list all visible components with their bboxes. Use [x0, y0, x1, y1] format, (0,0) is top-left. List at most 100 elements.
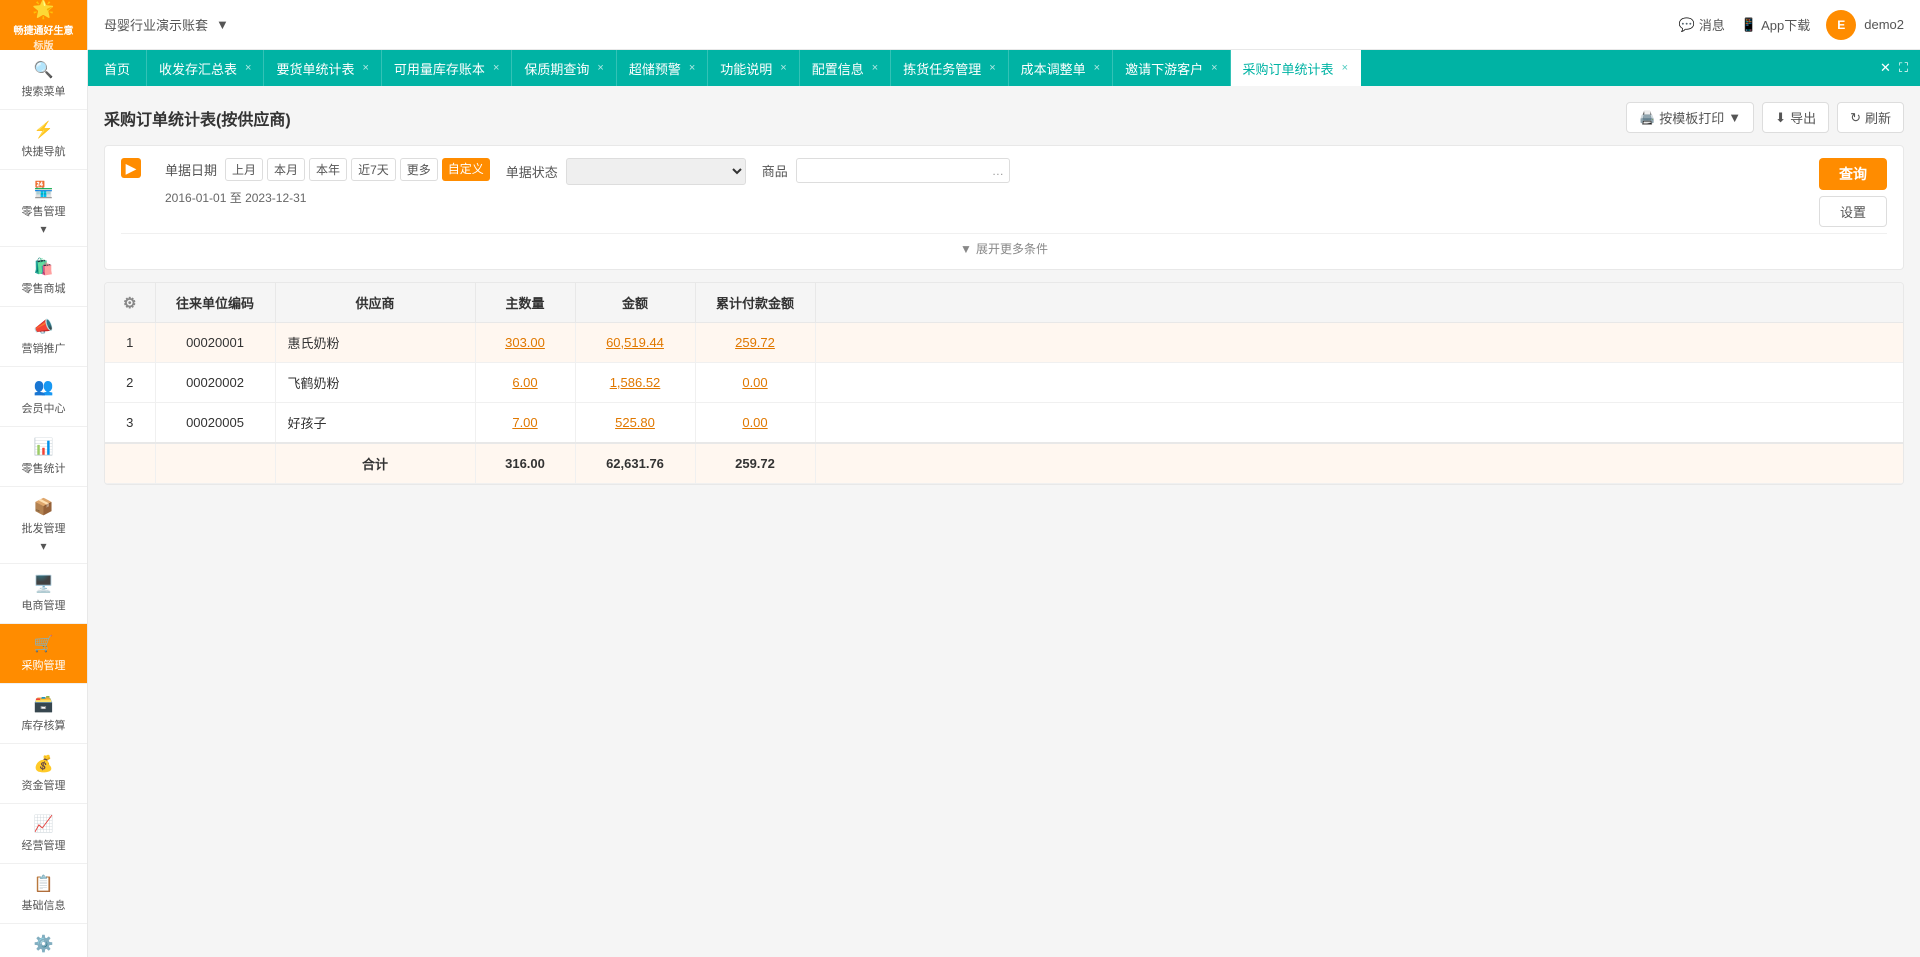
- col-header-supplier: 供应商: [275, 283, 475, 323]
- summary-label: 合计: [275, 443, 475, 484]
- nav-tab-close-func_desc[interactable]: ×: [780, 62, 786, 74]
- date-shortcut-this-year[interactable]: 本年: [309, 158, 347, 181]
- col-header-gear: ⚙: [105, 283, 155, 323]
- sidebar-label-retail_mall: 零售商城: [22, 280, 66, 296]
- sidebar-item-retail_mall[interactable]: 🛍️零售商城: [0, 247, 87, 307]
- sidebar-label-operations: 经营管理: [22, 837, 66, 853]
- sidebar-item-basics[interactable]: 📋基础信息: [0, 864, 87, 924]
- nav-tab-receive_summary[interactable]: 收发存汇总表 ×: [147, 50, 264, 86]
- sidebar-item-search[interactable]: 🔍搜索菜单: [0, 50, 87, 110]
- template-print-button[interactable]: 🖨️ 按模板打印 ▼: [1626, 102, 1754, 133]
- col-header-paid: 累计付款金额: [695, 283, 815, 323]
- arrow-icon: ▾: [40, 222, 46, 236]
- goods-dots-button[interactable]: …: [992, 164, 1004, 178]
- user-avatar[interactable]: E: [1826, 10, 1856, 40]
- nav-tab-overstock_alert[interactable]: 超储预警 ×: [617, 50, 708, 86]
- sidebar-item-ecom[interactable]: 🖥️电商管理: [0, 564, 87, 624]
- sidebar-label-retail: 零售管理: [22, 203, 66, 219]
- nav-tab-pick_task[interactable]: 拣货任务管理×: [891, 50, 1008, 86]
- message-btn[interactable]: 💬 消息: [1679, 15, 1725, 34]
- topbar: 母婴行业演示账套 ▼ 💬 消息 📱 App下载 E demo2: [88, 0, 1920, 50]
- nav-tab-home[interactable]: 首页: [88, 50, 147, 86]
- expand-toggle-button[interactable]: ▶: [121, 158, 141, 178]
- date-custom-badge[interactable]: 自定义: [442, 158, 490, 181]
- search-button[interactable]: 查询: [1819, 158, 1887, 190]
- refresh-button[interactable]: ↻ 刷新: [1837, 102, 1904, 133]
- goods-input[interactable]: [796, 158, 1010, 183]
- refresh-icon: ↻: [1850, 110, 1861, 126]
- nav-tab-close-pick_task[interactable]: ×: [989, 62, 995, 74]
- nav-tab-close-stock_account[interactable]: ×: [493, 62, 499, 74]
- date-range-display: 2016-01-01 至 2023-12-31: [165, 189, 490, 206]
- printer-icon: 🖨️: [1639, 110, 1655, 126]
- cell-amount-0[interactable]: 60,519.44: [575, 323, 695, 363]
- sidebar-icon-system: ⚙️: [34, 934, 54, 954]
- sidebar-item-member[interactable]: 👥会员中心: [0, 367, 87, 427]
- topbar-left: 母婴行业演示账套 ▼: [104, 15, 229, 34]
- nav-tab-close-goods_summary[interactable]: ×: [362, 62, 368, 74]
- nav-tab-label-goods_summary: 要货单统计表: [276, 59, 354, 78]
- date-shortcut-this-month[interactable]: 本月: [267, 158, 305, 181]
- nav-tab-func_desc[interactable]: 功能说明×: [708, 50, 799, 86]
- sidebar-item-finance[interactable]: 💰资金管理: [0, 744, 87, 804]
- nav-tab-warranty_query[interactable]: 保质期查询×: [512, 50, 616, 86]
- cell-code-1: 00020002: [155, 363, 275, 403]
- nav-tab-stock_account[interactable]: 可用量库存账本×: [382, 50, 512, 86]
- cell-paid-1[interactable]: 0.00: [695, 363, 815, 403]
- sidebar-label-quicknav: 快捷导航: [22, 143, 66, 159]
- app-download-btn[interactable]: 📱 App下载: [1741, 15, 1810, 34]
- summary-empty-code: [155, 443, 275, 484]
- cell-qty-2[interactable]: 7.00: [475, 403, 575, 444]
- settings-button[interactable]: 设置: [1819, 196, 1887, 227]
- expand-more-row[interactable]: ▼ 展开更多条件: [121, 233, 1887, 257]
- col-header-amount: 金额: [575, 283, 695, 323]
- sidebar-item-retail_stat[interactable]: 📊零售统计: [0, 427, 87, 487]
- table-row: 2 00020002 飞鹤奶粉 6.00 1,586.52 0.00: [105, 363, 1903, 403]
- main-area: 母婴行业演示账套 ▼ 💬 消息 📱 App下载 E demo2 首页收发存汇总表…: [88, 0, 1920, 957]
- sidebar-icon-retail: 🏪: [34, 180, 54, 200]
- sidebar-item-retail[interactable]: 🏪 零售管理 ▾: [0, 170, 87, 247]
- sidebar-item-inventory[interactable]: 🗃️库存核算: [0, 684, 87, 744]
- gear-icon[interactable]: ⚙: [123, 295, 136, 312]
- workspace-dropdown-icon[interactable]: ▼: [216, 17, 229, 32]
- cell-paid-2[interactable]: 0.00: [695, 403, 815, 444]
- sidebar-icon-quicknav: ⚡: [34, 120, 54, 140]
- app-download-label: App下载: [1761, 15, 1810, 34]
- sidebar-label-marketing: 营销推广: [22, 340, 66, 356]
- nav-tab-goods_summary[interactable]: 要货单统计表 ×: [264, 50, 381, 86]
- sidebar-icon-search: 🔍: [34, 60, 54, 80]
- nav-tab-label-cost_adjust: 成本调整单: [1021, 59, 1086, 78]
- date-shortcut-7days[interactable]: 近7天: [351, 158, 396, 181]
- sidebar-item-marketing[interactable]: 📣营销推广: [0, 307, 87, 367]
- cell-qty-0[interactable]: 303.00: [475, 323, 575, 363]
- close-all-icon[interactable]: ✕: [1880, 60, 1891, 76]
- nav-tab-close-purchase_summary[interactable]: ×: [1342, 62, 1348, 74]
- sidebar-item-wholesale[interactable]: 📦批发管理▾: [0, 487, 87, 564]
- nav-tab-cost_adjust[interactable]: 成本调整单 ×: [1009, 50, 1113, 86]
- cell-amount-2[interactable]: 525.80: [575, 403, 695, 444]
- date-shortcut-last-month[interactable]: 上月: [225, 158, 263, 181]
- sidebar-item-quicknav[interactable]: ⚡ 快捷导航: [0, 110, 87, 170]
- nav-tab-label-overstock_alert: 超储预警: [629, 59, 681, 78]
- nav-tab-close-invite_downstream[interactable]: ×: [1211, 62, 1217, 74]
- date-shortcut-more[interactable]: 更多: [400, 158, 438, 181]
- sidebar-item-system[interactable]: ⚙️系统管理: [0, 924, 87, 957]
- fullscreen-icon[interactable]: ⛶: [1899, 60, 1908, 76]
- nav-tab-close-warranty_query[interactable]: ×: [597, 62, 603, 74]
- nav-tab-invite_downstream[interactable]: 邀请下游客户×: [1113, 50, 1230, 86]
- sidebar-icon-inventory: 🗃️: [34, 694, 54, 714]
- sidebar-item-operations[interactable]: 📈经营管理: [0, 804, 87, 864]
- cell-qty-1[interactable]: 6.00: [475, 363, 575, 403]
- nav-tab-close-overstock_alert[interactable]: ×: [689, 62, 695, 74]
- cell-amount-1[interactable]: 1,586.52: [575, 363, 695, 403]
- cell-paid-0[interactable]: 259.72: [695, 323, 815, 363]
- nav-tab-close-receive_summary[interactable]: ×: [245, 62, 251, 74]
- nav-tab-label-receive_summary: 收发存汇总表: [159, 59, 237, 78]
- nav-tab-config_info[interactable]: 配置信息×: [800, 50, 891, 86]
- export-button[interactable]: ⬇ 导出: [1762, 102, 1829, 133]
- nav-tab-purchase_summary[interactable]: 采购订单统计表×: [1231, 50, 1361, 86]
- status-select[interactable]: 待审核 已审核 已关闭: [566, 158, 746, 185]
- nav-tab-close-config_info[interactable]: ×: [872, 62, 878, 74]
- nav-tab-close-cost_adjust[interactable]: ×: [1094, 62, 1100, 74]
- sidebar-item-purchase[interactable]: 🛒采购管理: [0, 624, 87, 684]
